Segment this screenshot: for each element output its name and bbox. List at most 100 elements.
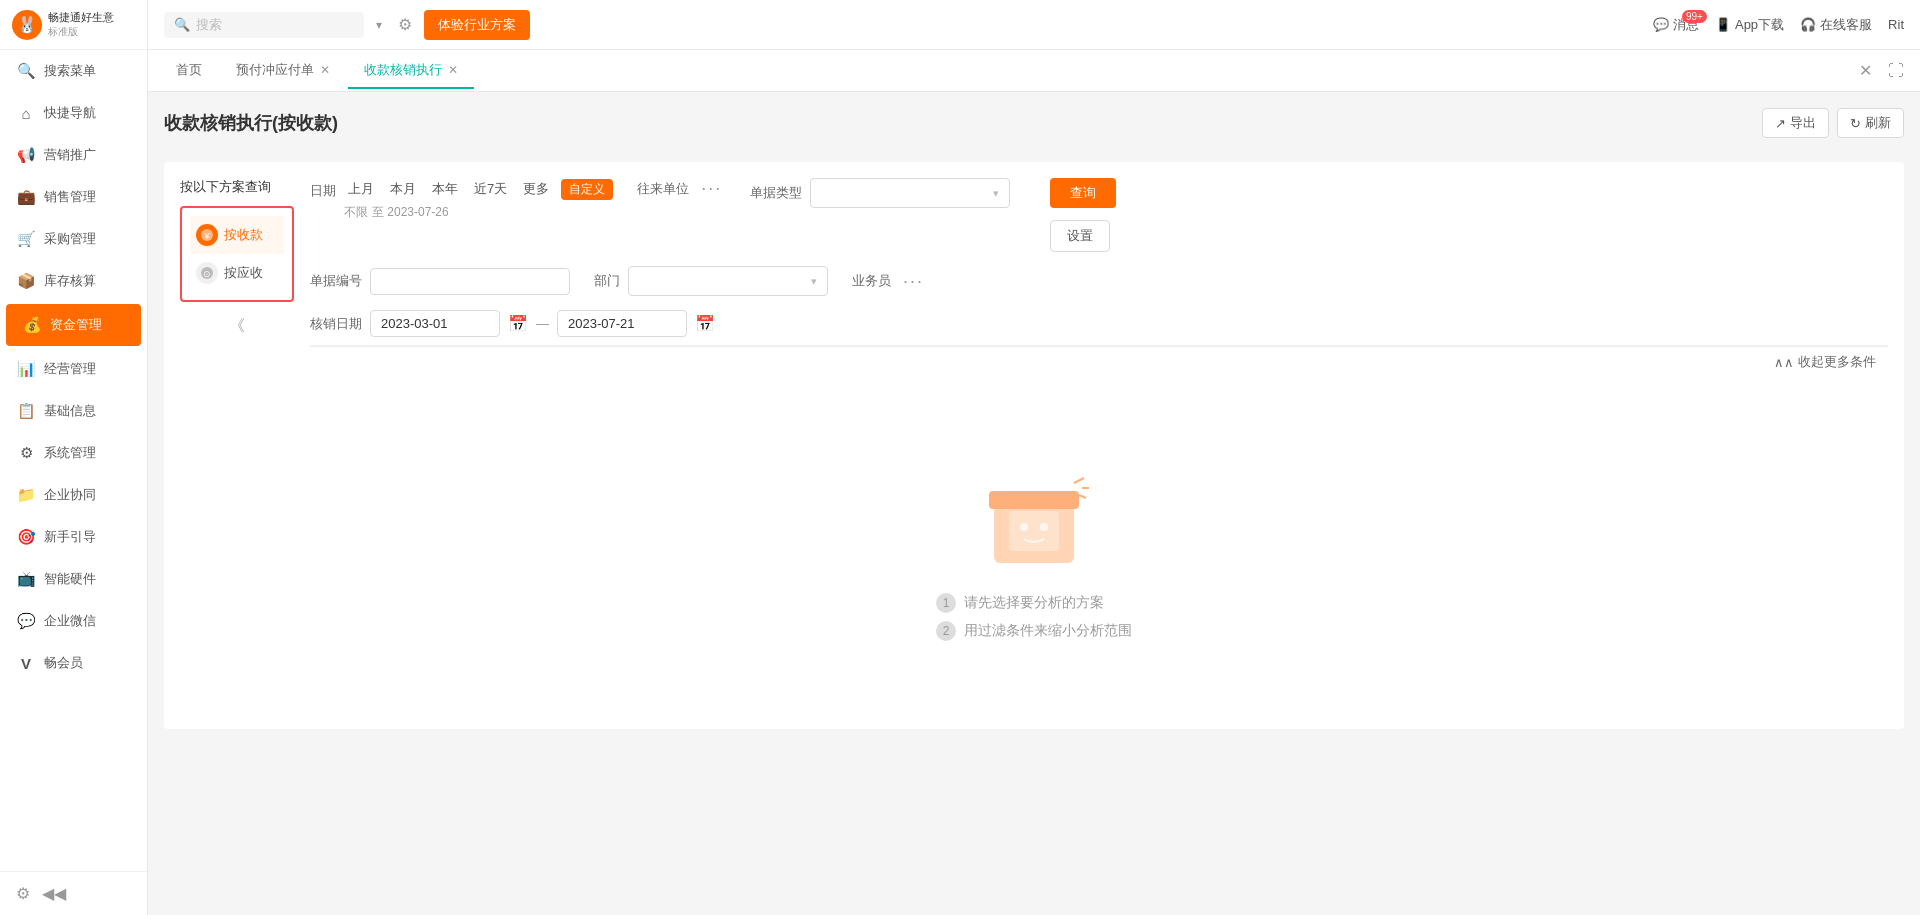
sidebar-item-wechat[interactable]: 💬 企业微信: [0, 600, 147, 642]
tabs-actions: ✕ ⛶: [1855, 57, 1908, 84]
message-icon: 💬: [1653, 17, 1669, 32]
date-this-month[interactable]: 本月: [386, 178, 420, 200]
tabs-bar: 首页 预付冲应付单 ✕ 收款核销执行 ✕ ✕ ⛶: [148, 50, 1920, 92]
filter-collapse-button[interactable]: 《: [180, 310, 294, 343]
filter-option-by-receipt[interactable]: ¥ 按收款: [190, 216, 284, 254]
date-custom-tag[interactable]: 自定义: [561, 179, 613, 200]
tab-prepay[interactable]: 预付冲应付单 ✕: [220, 53, 346, 89]
sidebar-item-purchase[interactable]: 🛒 采购管理: [0, 218, 147, 260]
filter-option-by-receivable[interactable]: ⊙ 按应收: [190, 254, 284, 292]
partner-label: 往来单位: [637, 180, 689, 198]
bill-type-label: 单据类型: [750, 184, 802, 202]
main-content-area: 按以下方案查询 ¥ 按收款 ⊙: [164, 162, 1904, 729]
sidebar-item-search[interactable]: 🔍 搜索菜单: [0, 50, 147, 92]
sidebar-item-operation[interactable]: 📊 经营管理: [0, 348, 147, 390]
bill-no-input[interactable]: [370, 268, 570, 295]
topbar-search-icon: 🔍: [174, 17, 190, 32]
tab-verify[interactable]: 收款核销执行 ✕: [348, 53, 474, 89]
date-unlimit-area: 不限 至 2023-07-26: [344, 204, 613, 221]
more-conditions-button[interactable]: ∧∧ 收起更多条件: [310, 346, 1888, 377]
tab-home[interactable]: 首页: [160, 53, 218, 89]
sidebar-item-basic[interactable]: 📋 基础信息: [0, 390, 147, 432]
page-header: 收款核销执行(按收款) ↗ 导出 ↻ 刷新: [164, 108, 1904, 138]
page-title: 收款核销执行(按收款): [164, 111, 338, 135]
topbar-dropdown-icon[interactable]: ▾: [376, 18, 382, 32]
tab-verify-close[interactable]: ✕: [448, 63, 458, 77]
basic-icon: 📋: [16, 402, 36, 420]
export-button[interactable]: ↗ 导出: [1762, 108, 1829, 138]
sidebar-menu: 🔍 搜索菜单 ⌂ 快捷导航 📢 营销推广 💼 销售管理 🛒 采购管理 📦 库存核…: [0, 50, 147, 871]
date-this-year[interactable]: 本年: [428, 178, 462, 200]
partner-dots-button[interactable]: ···: [697, 178, 726, 199]
logo-area: 🐰 畅捷通好生意 标准版: [0, 0, 147, 50]
sidebar-item-inventory[interactable]: 📦 库存核算: [0, 260, 147, 302]
sidebar-label-basic: 基础信息: [44, 402, 96, 420]
app-label: App下载: [1735, 16, 1784, 34]
expand-tab-button[interactable]: ⛶: [1884, 57, 1908, 84]
sidebar-item-shortcut[interactable]: ⌂ 快捷导航: [0, 92, 147, 134]
verify-date-start-cal-icon[interactable]: 📅: [508, 314, 528, 333]
sidebar-item-collab[interactable]: 📁 企业协同: [0, 474, 147, 516]
svg-rect-6: [1009, 511, 1059, 551]
date-field: 日期 上月 本月 本年 近7天 更多 自定义: [310, 178, 613, 221]
dept-select[interactable]: ▾: [628, 266, 828, 296]
svg-text:¥: ¥: [203, 231, 210, 241]
tab-home-label: 首页: [176, 61, 202, 79]
inventory-icon: 📦: [16, 272, 36, 290]
sidebar-label-hardware: 智能硬件: [44, 570, 96, 588]
verify-date-end-input[interactable]: [557, 310, 687, 337]
sidebar-label-finance: 资金管理: [50, 316, 102, 334]
user-name: Rit: [1888, 17, 1904, 32]
user-menu[interactable]: Rit: [1888, 17, 1904, 32]
topbar-search-box[interactable]: 🔍 搜索: [164, 12, 364, 38]
sidebar-item-system[interactable]: ⚙ 系统管理: [0, 432, 147, 474]
filter-sidebar: 按以下方案查询 ¥ 按收款 ⊙: [164, 162, 294, 393]
solution-button[interactable]: 体验行业方案: [424, 10, 530, 40]
receivable-option-icon: ⊙: [196, 262, 218, 284]
staff-dots-button[interactable]: ···: [899, 271, 928, 292]
topbar-gear-icon[interactable]: ⚙: [398, 15, 412, 34]
bill-type-select[interactable]: ▾: [810, 178, 1010, 208]
date-more[interactable]: 更多: [519, 178, 553, 200]
tab-verify-label: 收款核销执行: [364, 61, 442, 79]
online-service-button[interactable]: 🎧 在线客服: [1800, 16, 1872, 34]
filter-row-3: 核销日期 📅 — 📅: [310, 310, 1888, 337]
app-name: 畅捷通好生意: [48, 10, 114, 24]
tab-prepay-close[interactable]: ✕: [320, 63, 330, 77]
sidebar-item-member[interactable]: V 畅会员: [0, 642, 147, 684]
app-download-button[interactable]: 📱 App下载: [1715, 16, 1784, 34]
message-button[interactable]: 💬 消息 99+: [1653, 16, 1699, 34]
sidebar: 🐰 畅捷通好生意 标准版 🔍 搜索菜单 ⌂ 快捷导航 📢 营销推广 💼 销售管理…: [0, 0, 148, 915]
sidebar-item-sales[interactable]: 💼 销售管理: [0, 176, 147, 218]
close-tab-button[interactable]: ✕: [1855, 57, 1876, 84]
query-button[interactable]: 查询: [1050, 178, 1116, 208]
verify-date-start-input[interactable]: [370, 310, 500, 337]
step-2-text: 用过滤条件来缩小分析范围: [964, 622, 1132, 640]
verify-date-label: 核销日期: [310, 315, 362, 333]
receipt-option-icon: ¥: [196, 224, 218, 246]
filter-and-content: 按以下方案查询 ¥ 按收款 ⊙: [164, 162, 1904, 393]
bill-type-arrow-icon: ▾: [993, 187, 999, 200]
collapse-icon: ∧∧: [1774, 355, 1794, 370]
system-icon: ⚙: [16, 444, 36, 462]
sidebar-item-guide[interactable]: 🎯 新手引导: [0, 516, 147, 558]
sidebar-item-finance[interactable]: 💰 资金管理: [6, 304, 141, 346]
date-7days[interactable]: 近7天: [470, 178, 511, 200]
sidebar-item-hardware[interactable]: 📺 智能硬件: [0, 558, 147, 600]
wechat-icon: 💬: [16, 612, 36, 630]
collapse-sidebar-icon[interactable]: ◀◀: [42, 884, 66, 903]
main-area: 🔍 搜索 ▾ ⚙ 体验行业方案 💬 消息 99+ 📱 App下载 🎧 在线客服 …: [148, 0, 1920, 915]
sidebar-label-operation: 经营管理: [44, 360, 96, 378]
step-1-text: 请先选择要分析的方案: [964, 594, 1104, 612]
topbar-search-text: 搜索: [196, 16, 222, 34]
settings-bottom-icon[interactable]: ⚙: [16, 884, 30, 903]
svg-point-7: [1020, 523, 1028, 531]
setting-button[interactable]: 设置: [1050, 220, 1110, 252]
sidebar-item-marketing[interactable]: 📢 营销推广: [0, 134, 147, 176]
sidebar-bottom: ⚙ ◀◀: [0, 871, 147, 915]
verify-date-end-cal-icon[interactable]: 📅: [695, 314, 715, 333]
refresh-button[interactable]: ↻ 刷新: [1837, 108, 1904, 138]
date-last-month[interactable]: 上月: [344, 178, 378, 200]
date-quick-filters: 上月 本月 本年 近7天 更多 自定义: [344, 178, 613, 200]
export-icon: ↗: [1775, 116, 1786, 131]
